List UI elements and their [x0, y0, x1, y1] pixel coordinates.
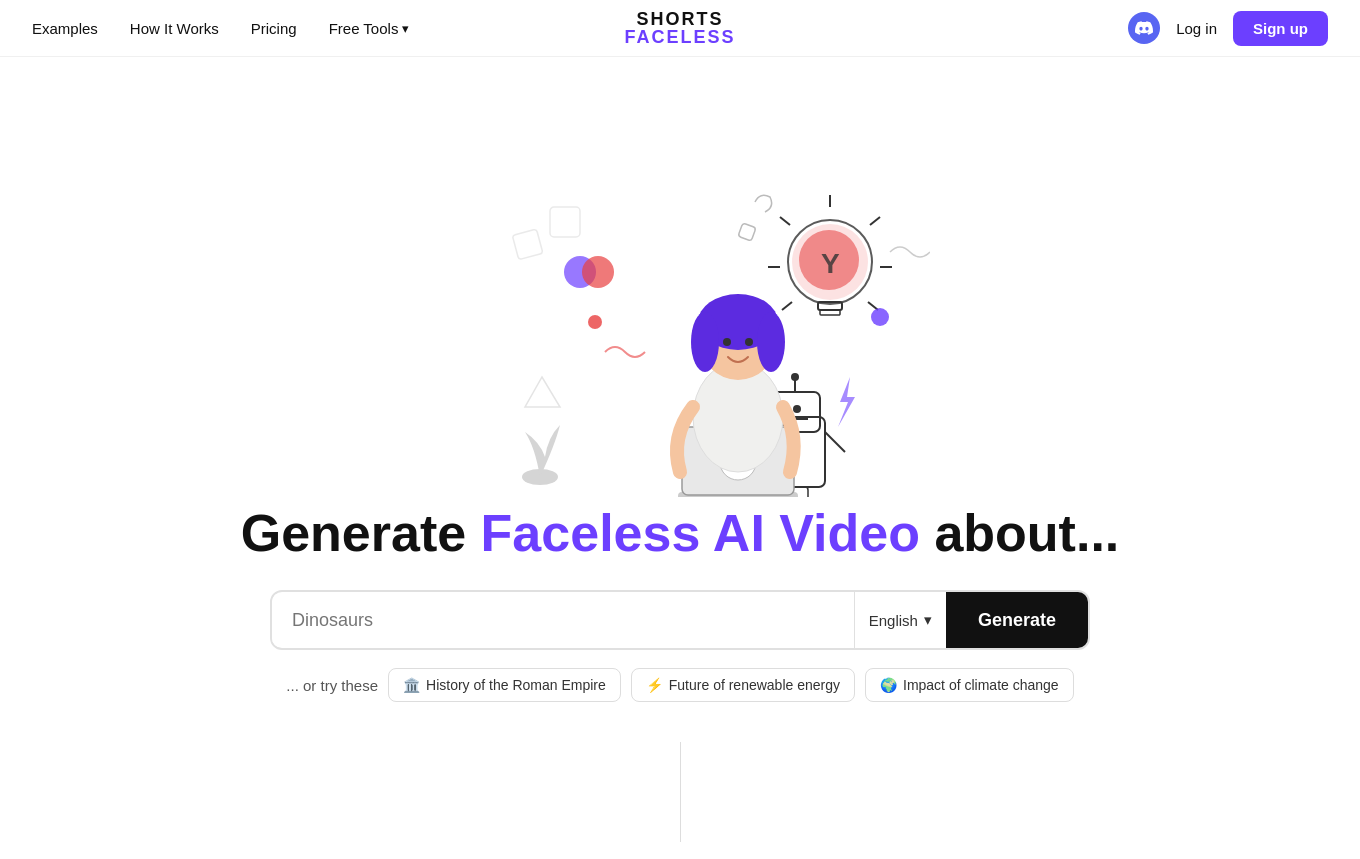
suggestion-roman[interactable]: 🏛️ History of the Roman Empire — [388, 668, 621, 702]
headline-highlight: Faceless AI Video — [481, 504, 920, 562]
hero-illustration: Y — [430, 77, 930, 497]
hero-section: Y — [0, 57, 1360, 842]
svg-rect-29 — [820, 310, 840, 315]
svg-text:Y: Y — [821, 248, 840, 279]
renewable-emoji: ⚡ — [646, 677, 663, 693]
roman-emoji: 🏛️ — [403, 677, 420, 693]
suggestions-label: ... or try these — [286, 677, 378, 694]
nav-free-tools[interactable]: Free Tools ▾ — [329, 20, 410, 37]
logo[interactable]: SHORTS FACELESS — [624, 10, 735, 46]
nav-pricing[interactable]: Pricing — [251, 20, 297, 37]
nav-right: Log in Sign up — [1128, 11, 1328, 46]
svg-line-34 — [780, 217, 790, 225]
signup-button[interactable]: Sign up — [1233, 11, 1328, 46]
svg-rect-38 — [738, 223, 756, 241]
headline-before: Generate — [241, 504, 481, 562]
svg-marker-2 — [525, 377, 560, 407]
navbar: Examples How It Works Pricing Free Tools… — [0, 0, 1360, 57]
nav-left: Examples How It Works Pricing Free Tools… — [32, 20, 409, 37]
language-selector[interactable]: English ▾ — [854, 592, 946, 648]
svg-point-46 — [691, 312, 719, 372]
topic-input[interactable] — [272, 594, 854, 647]
discord-icon[interactable] — [1128, 12, 1160, 44]
svg-point-48 — [723, 338, 731, 346]
climate-emoji: 🌍 — [880, 677, 897, 693]
svg-rect-0 — [550, 207, 580, 237]
svg-point-6 — [582, 256, 614, 288]
language-label: English — [869, 612, 918, 629]
suggestion-renewable[interactable]: ⚡ Future of renewable energy — [631, 668, 855, 702]
chevron-down-icon: ▾ — [402, 21, 409, 36]
svg-point-4 — [588, 315, 602, 329]
nav-examples[interactable]: Examples — [32, 20, 98, 37]
svg-point-13 — [791, 373, 799, 381]
language-chevron-icon: ▾ — [924, 611, 932, 629]
svg-line-31 — [870, 217, 880, 225]
generate-button[interactable]: Generate — [946, 592, 1088, 648]
roman-label: History of the Roman Empire — [426, 677, 606, 693]
logo-line1: SHORTS — [636, 10, 723, 28]
section-divider — [680, 742, 681, 842]
svg-line-21 — [825, 432, 845, 452]
login-button[interactable]: Log in — [1176, 20, 1217, 37]
svg-point-37 — [871, 308, 889, 326]
suggestions-row: ... or try these 🏛️ History of the Roman… — [286, 668, 1073, 702]
topic-input-area: English ▾ Generate — [270, 590, 1090, 650]
svg-line-36 — [782, 302, 792, 310]
svg-rect-1 — [512, 229, 543, 260]
nav-free-tools-label[interactable]: Free Tools — [329, 20, 399, 37]
suggestion-climate[interactable]: 🌍 Impact of climate change — [865, 668, 1074, 702]
climate-label: Impact of climate change — [903, 677, 1059, 693]
nav-how-it-works[interactable]: How It Works — [130, 20, 219, 37]
svg-point-47 — [757, 312, 785, 372]
headline-after: about... — [920, 504, 1119, 562]
renewable-label: Future of renewable energy — [669, 677, 840, 693]
svg-point-11 — [793, 405, 801, 413]
svg-point-49 — [745, 338, 753, 346]
hero-headline: Generate Faceless AI Video about... — [241, 505, 1120, 562]
logo-line2: FACELESS — [624, 28, 735, 46]
